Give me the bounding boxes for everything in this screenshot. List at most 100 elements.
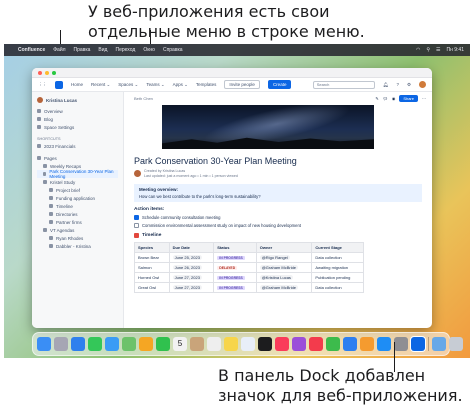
page-icon <box>43 172 47 176</box>
nav-spaces[interactable]: Spaces ⌄ <box>118 82 138 88</box>
tv-icon[interactable] <box>258 337 272 351</box>
sidebar-page-current[interactable]: Park Conservation 30-Year Plan Meeting <box>37 169 118 179</box>
create-button[interactable]: Create <box>267 80 292 89</box>
menu-clock[interactable]: Пн 9:41 <box>447 47 464 53</box>
app-switcher-icon[interactable]: ⋮⋮ <box>38 82 47 88</box>
menu-item-edit[interactable]: Правка <box>74 47 91 53</box>
sidebar-page-item[interactable]: Dabbler - Kristina <box>37 242 118 250</box>
podcasts-icon[interactable] <box>292 337 306 351</box>
menu-item-window[interactable]: Окно <box>143 47 155 53</box>
table-cell: IN PROGRESS <box>213 252 257 263</box>
safari-icon[interactable] <box>71 337 85 351</box>
sidebar-page-item[interactable]: Project brief <box>37 186 118 194</box>
messages-icon[interactable] <box>88 337 102 351</box>
cell-due-date[interactable]: June 27, 2023 <box>172 275 202 280</box>
cell-due-date[interactable]: June 27, 2023 <box>172 285 202 290</box>
photos-icon[interactable] <box>139 337 153 351</box>
more-actions-icon[interactable]: ⋯ <box>422 96 426 101</box>
control-center-icon[interactable]: ☰ <box>436 47 440 53</box>
notifications-icon[interactable]: 🔔︎ <box>383 82 389 88</box>
search-input[interactable]: Search <box>312 80 375 89</box>
page-actions: ✎ 💬︎ ◉ Share ⋯ <box>375 95 426 102</box>
reminders-icon[interactable] <box>207 337 221 351</box>
task-checkbox[interactable] <box>134 223 139 228</box>
sidebar-page-item[interactable]: Funding application <box>37 194 118 202</box>
desktop-screen: Confluence Файл Правка Вид Переход Окно … <box>4 44 470 358</box>
sidebar-item-blog[interactable]: Blog <box>37 115 118 123</box>
user-avatar[interactable] <box>419 81 426 88</box>
menu-item-file[interactable]: Файл <box>53 47 65 53</box>
pages-icon[interactable] <box>360 337 374 351</box>
confluence-logo-icon[interactable] <box>55 80 63 89</box>
cell-due-date[interactable]: June 25, 2023 <box>172 255 202 260</box>
zoom-window-button[interactable] <box>52 70 56 75</box>
sidebar-item-label: VT Agendas <box>50 227 75 233</box>
nav-recent[interactable]: Recent ⌄ <box>91 82 110 88</box>
table-body: Brown Bear June 25, 2023 IN PROGRESS @Rigo … <box>134 252 364 293</box>
share-button[interactable]: Share <box>399 95 418 102</box>
table-row: Horned Owl June 27, 2023 IN PROGRESS @Krist… <box>134 272 364 283</box>
sidebar-item-label: Dabbler - Kristina <box>56 243 91 249</box>
calendar-icon[interactable]: 5 <box>173 337 187 351</box>
wifi-icon[interactable]: ◠ <box>416 47 420 53</box>
task-checkbox-checked[interactable] <box>134 215 139 220</box>
maps-icon[interactable] <box>122 337 136 351</box>
spotlight-icon[interactable]: ⚲ <box>426 47 430 53</box>
settings-gear-icon[interactable]: ⚙ <box>407 82 411 88</box>
appstore-icon[interactable] <box>377 337 391 351</box>
cell-due-date[interactable]: June 26, 2023 <box>172 265 202 270</box>
sidebar-page-item[interactable]: Partner firms <box>37 218 118 226</box>
author-avatar[interactable] <box>134 170 141 177</box>
edit-icon[interactable]: ✎ <box>375 96 378 101</box>
menu-item-go[interactable]: Переход <box>115 47 135 53</box>
downloads-icon[interactable] <box>432 337 446 351</box>
panel-title: Meeting overview: <box>139 187 179 192</box>
nav-apps[interactable]: Apps ⌄ <box>173 82 188 88</box>
comment-icon[interactable]: 💬︎ <box>383 96 388 101</box>
sidebar-pages-heading[interactable]: Pages <box>37 154 118 162</box>
watch-icon[interactable]: ◉ <box>392 96 396 101</box>
close-window-button[interactable] <box>38 70 42 75</box>
freeform-icon[interactable] <box>241 337 255 351</box>
sidebar-page-item[interactable]: Timeline <box>37 202 118 210</box>
owner-mention[interactable]: @Rigo Rangel <box>259 255 290 260</box>
owner-mention[interactable]: @Graham McBride <box>259 285 299 290</box>
nav-templates[interactable]: Templates <box>196 82 217 87</box>
owner-mention[interactable]: @Graham McBride <box>259 265 299 270</box>
launchpad-icon[interactable] <box>54 337 68 351</box>
sidebar-page-item[interactable]: VT Agendas <box>37 226 118 234</box>
page-icon <box>49 196 53 200</box>
menu-item-view[interactable]: Вид <box>98 47 107 53</box>
minimize-window-button[interactable] <box>45 70 49 75</box>
finder-icon[interactable] <box>37 337 51 351</box>
sidebar-shortcut-financials[interactable]: 2023 Financials <box>37 142 118 150</box>
sidebar-page-item[interactable]: Kristel Study <box>37 178 118 186</box>
invite-people-button[interactable]: Invite people <box>224 80 260 89</box>
trash-icon[interactable] <box>449 337 463 351</box>
news-icon[interactable] <box>309 337 323 351</box>
status-badge: IN PROGRESS <box>217 276 245 280</box>
sidebar-item-space-settings[interactable]: Space Settings <box>37 123 118 131</box>
notes-icon[interactable] <box>224 337 238 351</box>
contacts-icon[interactable] <box>190 337 204 351</box>
facetime-icon[interactable] <box>156 337 170 351</box>
sidebar-space-owner[interactable]: Kristina Lucas <box>37 96 118 104</box>
sidebar-page-item[interactable]: Directories <box>37 210 118 218</box>
sidebar-item-overview[interactable]: Overview <box>37 107 118 115</box>
sidebar-page-item[interactable]: Ryan Rhodes <box>37 234 118 242</box>
timeline-icon <box>134 233 139 238</box>
owner-mention[interactable]: @Kristina Lucas <box>259 275 293 280</box>
settings-icon[interactable] <box>394 337 408 351</box>
nav-teams[interactable]: Teams ⌄ <box>146 82 164 88</box>
help-icon[interactable]: ? <box>396 82 399 87</box>
music-icon[interactable] <box>275 337 289 351</box>
nav-home[interactable]: Home <box>71 82 83 87</box>
menu-item-help[interactable]: Справка <box>163 47 183 53</box>
mail-icon[interactable] <box>105 337 119 351</box>
space-sidebar: Kristina Lucas Overview Blog Space Setti… <box>32 92 124 328</box>
menu-app-name[interactable]: Confluence <box>18 47 45 53</box>
confluence-webapp-icon[interactable] <box>411 337 425 351</box>
space-avatar-icon <box>37 97 43 103</box>
keynote-icon[interactable] <box>343 337 357 351</box>
numbers-icon[interactable] <box>326 337 340 351</box>
